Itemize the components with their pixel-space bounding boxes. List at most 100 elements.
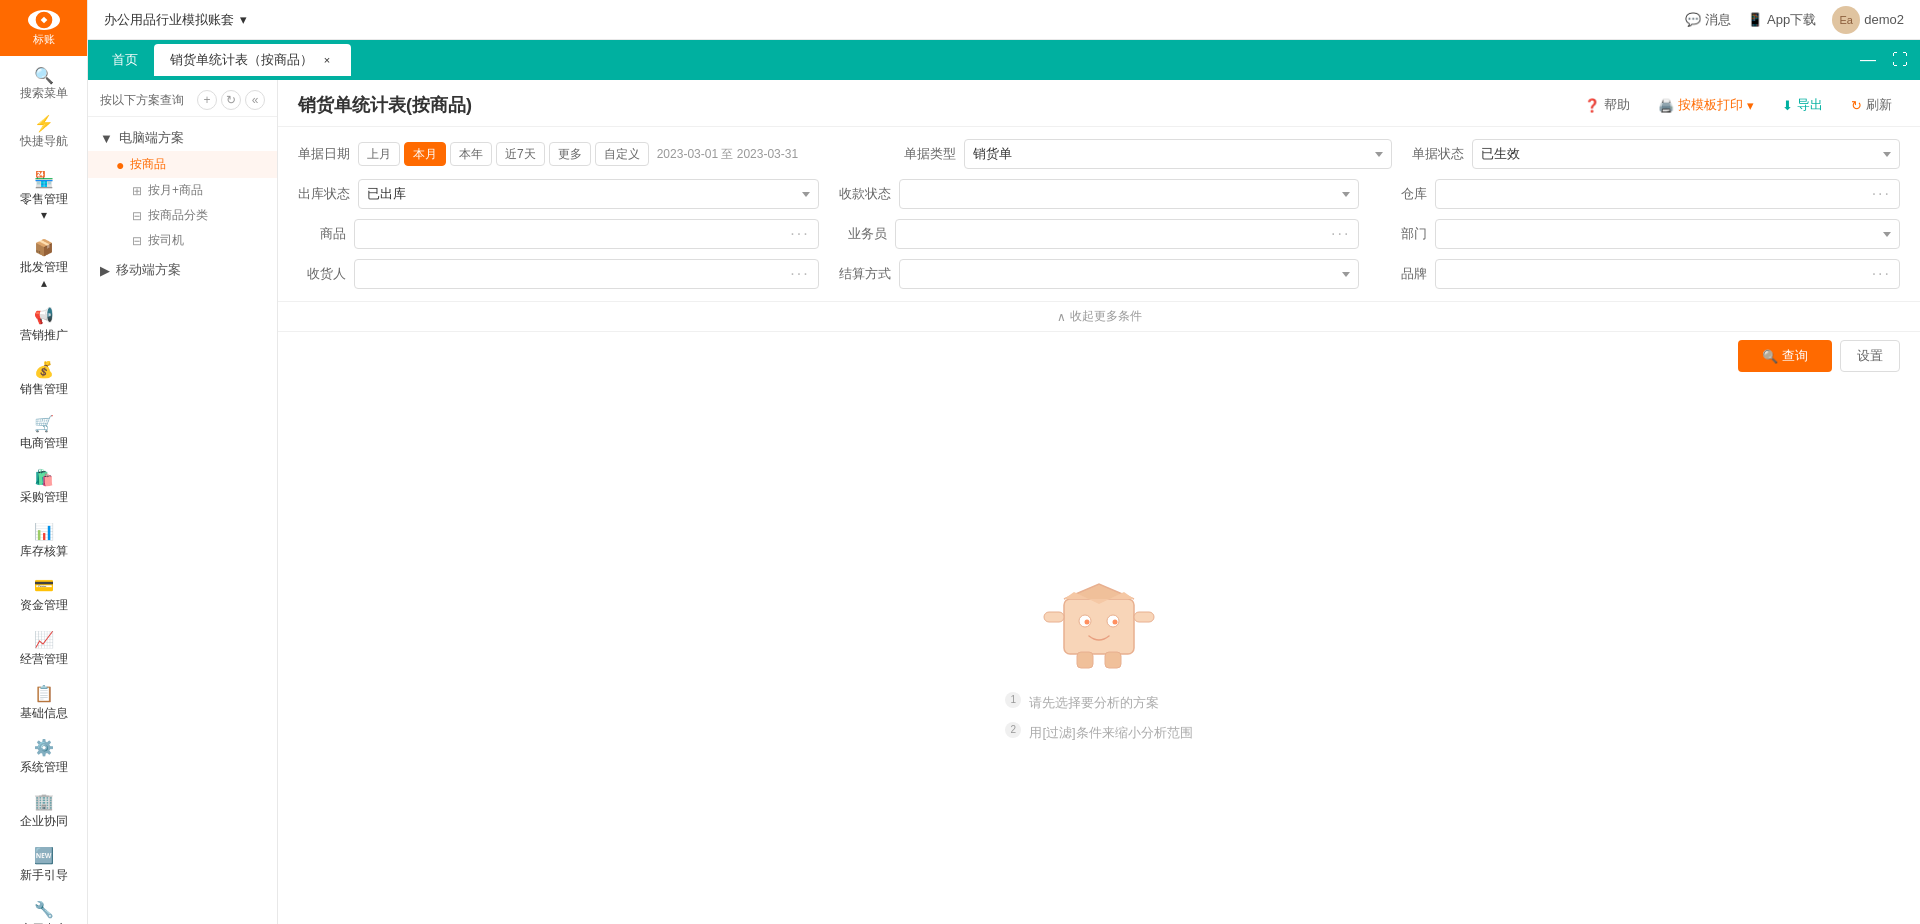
date-btn-more[interactable]: 更多 <box>549 142 591 166</box>
settings-button[interactable]: 设置 <box>1840 340 1900 372</box>
guide-icon: 🆕 <box>34 846 54 865</box>
date-btn-last-month[interactable]: 上月 <box>358 142 400 166</box>
settlement-field: 结算方式 <box>839 259 1360 289</box>
refresh-label: 刷新 <box>1866 96 1892 114</box>
sidebar-quick-nav[interactable]: ⚡ 快捷导航 <box>0 108 87 154</box>
sidebar-search[interactable]: 🔍 搜索菜单 <box>0 56 87 108</box>
ecommerce-icon: 🛒 <box>34 414 54 433</box>
maximize-icon[interactable]: ⛶ <box>1888 47 1912 73</box>
warehouse-field: 仓库 ··· <box>1379 179 1900 209</box>
sidebar-item-apps[interactable]: 🔧 应用中心 <box>0 892 87 924</box>
apps-icon: 🔧 <box>34 900 54 919</box>
warehouse-input[interactable]: ··· <box>1435 179 1900 209</box>
minimize-icon[interactable]: — <box>1856 47 1880 73</box>
desktop-group-header[interactable]: ▼ 电脑端方案 <box>88 125 277 151</box>
industry-dropdown-icon: ▾ <box>240 12 247 27</box>
export-icon: ⬇ <box>1782 98 1793 113</box>
sidebar-item-retail[interactable]: 🏪 零售管理 ▾ <box>0 162 87 230</box>
tab-bar-end: — ⛶ <box>1856 47 1912 73</box>
department-input[interactable] <box>1435 219 1900 249</box>
filter-row-2: 出库状态 已出库 收款状态 <box>298 179 1900 209</box>
sidebar-item-operations[interactable]: 📈 经营管理 <box>0 622 87 676</box>
date-buttons: 上月 本月 本年 近7天 更多 <box>358 142 798 166</box>
sidebar-item-system[interactable]: ⚙️ 系统管理 <box>0 730 87 784</box>
tab-close-btn[interactable]: × <box>319 52 335 68</box>
help-btn[interactable]: ❓ 帮助 <box>1576 92 1638 118</box>
salesperson-input[interactable]: ··· <box>895 219 1360 249</box>
step-num-1: 1 <box>1005 692 1021 708</box>
settlement-input[interactable] <box>899 259 1360 289</box>
export-btn[interactable]: ⬇ 导出 <box>1774 92 1831 118</box>
payment-status-arrow <box>1342 192 1350 197</box>
page-title: 销货单统计表(按商品) <box>298 93 472 117</box>
header-industry[interactable]: 办公用品行业模拟账套 ▾ <box>104 11 247 29</box>
print-btn[interactable]: 🖨️ 按模板打印 ▾ <box>1650 92 1762 118</box>
refresh-btn[interactable]: ↻ 刷新 <box>1843 92 1900 118</box>
payment-status-input[interactable] <box>899 179 1360 209</box>
receiver-input[interactable]: ··· <box>354 259 819 289</box>
product-input[interactable]: ··· <box>354 219 819 249</box>
filter-row-4: 收货人 ··· 结算方式 <box>298 259 1900 289</box>
doc-type-label: 单据类型 <box>904 145 964 163</box>
tree-item-by-month-product[interactable]: ⊞ 按月+商品 <box>88 178 277 203</box>
sidebar-item-sales[interactable]: 💰 销售管理 <box>0 352 87 406</box>
refresh-scheme-btn[interactable]: ↻ <box>221 90 241 110</box>
date-btn-custom[interactable]: 自定义 <box>595 142 649 166</box>
message-btn[interactable]: 💬 消息 <box>1685 11 1731 29</box>
date-label: 单据日期 <box>298 145 358 163</box>
ecommerce-label: 电商管理 <box>20 435 68 452</box>
month-product-icon: ⊞ <box>132 184 142 198</box>
collapse-panel-btn[interactable]: « <box>245 90 265 110</box>
add-scheme-btn[interactable]: + <box>197 90 217 110</box>
sidebar-item-basic[interactable]: 📋 基础信息 <box>0 676 87 730</box>
tab-sales-stats[interactable]: 销货单统计表（按商品） × <box>154 44 351 76</box>
tree-item-by-product-category[interactable]: ⊟ 按商品分类 <box>88 203 277 228</box>
retail-icon: 🏪 <box>34 170 54 189</box>
tab-home[interactable]: 首页 <box>96 44 154 76</box>
doc-type-input[interactable]: 销货单 <box>964 139 1392 169</box>
wholesale-icon: 📦 <box>34 238 54 257</box>
retail-label: 零售管理 <box>20 191 68 208</box>
inventory-label: 库存核算 <box>20 543 68 560</box>
query-label: 查询 <box>1782 347 1808 365</box>
warehouse-status-label: 出库状态 <box>298 185 358 203</box>
date-btn-this-month[interactable]: 本月 <box>404 142 446 166</box>
app-download-btn[interactable]: 📱 App下载 <box>1747 11 1816 29</box>
sidebar-item-guide[interactable]: 🆕 新手引导 <box>0 838 87 892</box>
product-field: 商品 ··· <box>298 219 819 249</box>
query-button[interactable]: 🔍 查询 <box>1738 340 1832 372</box>
sidebar-item-finance[interactable]: 💳 资金管理 <box>0 568 87 622</box>
sidebar-item-marketing[interactable]: 📢 营销推广 <box>0 298 87 352</box>
sales-icon: 💰 <box>34 360 54 379</box>
svg-point-5 <box>1113 620 1118 625</box>
svg-rect-1 <box>1064 599 1134 654</box>
print-icon: 🖨️ <box>1658 98 1674 113</box>
sidebar-item-purchase[interactable]: 🛍️ 采购管理 <box>0 460 87 514</box>
sidebar-item-inventory[interactable]: 📊 库存核算 <box>0 514 87 568</box>
user-profile[interactable]: Ea demo2 <box>1832 6 1904 34</box>
date-btn-this-year[interactable]: 本年 <box>450 142 492 166</box>
tree-item-by-cashier[interactable]: ⊟ 按司机 <box>88 228 277 253</box>
warehouse-status-input[interactable]: 已出库 <box>358 179 819 209</box>
warehouse-status-value: 已出库 <box>367 185 406 203</box>
sidebar-item-ecommerce[interactable]: 🛒 电商管理 <box>0 406 87 460</box>
custom-label: 自定义 <box>604 146 640 163</box>
help-label: 帮助 <box>1604 96 1630 114</box>
step-2-label: 用[过滤]条件来缩小分析范围 <box>1029 720 1192 746</box>
doc-status-input[interactable]: 已生效 <box>1472 139 1900 169</box>
sidebar-item-enterprise[interactable]: 🏢 企业协同 <box>0 784 87 838</box>
salesperson-label: 业务员 <box>839 225 895 243</box>
sidebar-item-wholesale[interactable]: 📦 批发管理 ▴ <box>0 230 87 298</box>
salesperson-dots: ··· <box>1331 225 1350 243</box>
by-product-label: 按商品 <box>130 156 166 173</box>
date-field: 单据日期 上月 本月 本年 近7天 <box>298 142 884 166</box>
mobile-group-header[interactable]: ▶ 移动端方案 <box>88 257 277 283</box>
inventory-icon: 📊 <box>34 522 54 541</box>
settings-label: 设置 <box>1857 348 1883 363</box>
this-month-label: 本月 <box>413 146 437 163</box>
date-btn-7days[interactable]: 近7天 <box>496 142 545 166</box>
brand-input[interactable]: ··· <box>1435 259 1900 289</box>
tree-item-by-product[interactable]: ● 按商品 <box>88 151 277 178</box>
step-1-label: 请先选择要分析的方案 <box>1029 690 1159 716</box>
collapse-bar[interactable]: ∧ 收起更多条件 <box>278 302 1920 332</box>
